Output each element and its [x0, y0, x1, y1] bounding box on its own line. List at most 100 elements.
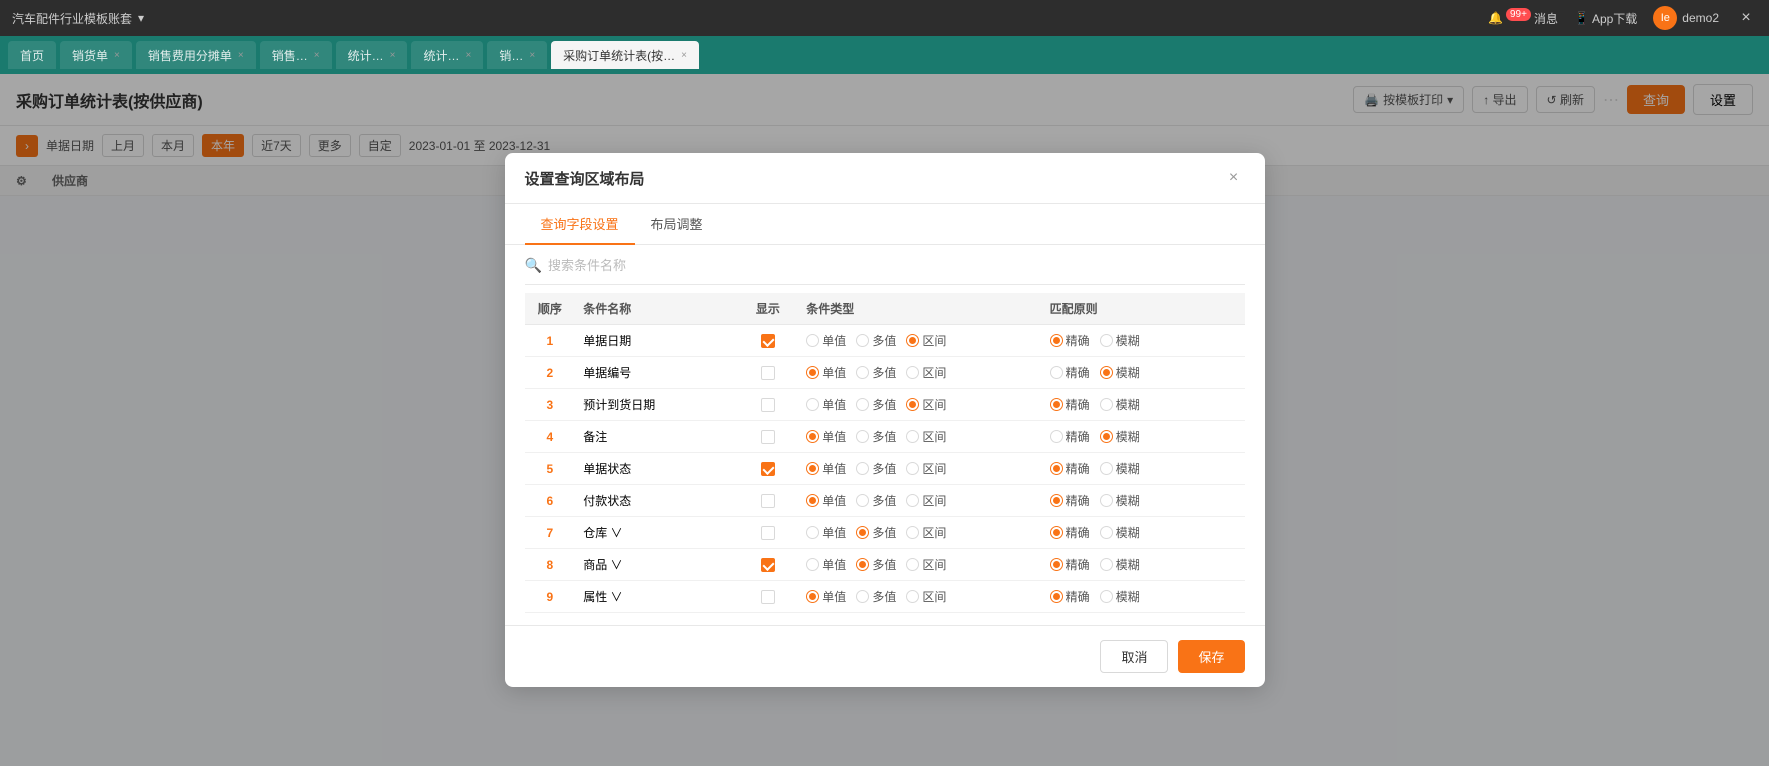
tab-home[interactable]: 首页 [8, 41, 56, 69]
radio-match-match_fuzzy-0[interactable]: 模糊 [1100, 332, 1140, 349]
checkbox-show-5[interactable] [761, 494, 775, 508]
radio-type-type_single-3[interactable]: 单值 [806, 428, 846, 445]
radio-match-match_exact-3[interactable]: 精确 [1050, 428, 1090, 445]
radio-type-type_range-4[interactable]: 区间 [906, 460, 946, 477]
tab-bar: 首页 销货单 × 销售费用分摊单 × 销售… × 统计… × 统计… × 销… … [0, 36, 1769, 74]
search-input[interactable] [548, 258, 1245, 273]
radio-type-type_range-3[interactable]: 区间 [906, 428, 946, 445]
tab-sales-expense[interactable]: 销售费用分摊单 × [136, 41, 256, 69]
row-show-5[interactable] [737, 485, 798, 517]
modal-close-button[interactable]: × [1223, 167, 1245, 189]
row-show-9[interactable] [737, 613, 798, 614]
tab-sales-order[interactable]: 销货单 × [60, 41, 132, 69]
radio-match-match_exact-2[interactable]: 精确 [1050, 396, 1090, 413]
radio-type-type_single-5[interactable]: 单值 [806, 492, 846, 509]
radio-type-type_multi-6[interactable]: 多值 [856, 524, 896, 541]
radio-dot-type_single-1 [806, 366, 819, 379]
radio-type-type_range-1[interactable]: 区间 [906, 364, 946, 381]
radio-dot-match-match_exact-3 [1050, 430, 1063, 443]
radio-match-match_fuzzy-6[interactable]: 模糊 [1100, 524, 1140, 541]
download-icon: 📱 [1574, 11, 1589, 25]
radio-type-type_range-6[interactable]: 区间 [906, 524, 946, 541]
notification-wrap[interactable]: 🔔 99+ 消息 [1488, 10, 1558, 27]
row-show-2[interactable] [737, 389, 798, 421]
user-wrap[interactable]: Ie demo2 [1653, 6, 1719, 30]
tab-tab4-close[interactable]: × [390, 50, 396, 61]
radio-match-match_fuzzy-3[interactable]: 模糊 [1100, 428, 1140, 445]
checkbox-show-1[interactable] [761, 366, 775, 380]
radio-dot-type_single-3 [806, 430, 819, 443]
checkbox-show-8[interactable] [761, 590, 775, 604]
tab-tab6-close[interactable]: × [529, 50, 535, 61]
checkbox-show-4[interactable] [761, 462, 775, 476]
checkbox-show-2[interactable] [761, 398, 775, 412]
radio-type-type_multi-4[interactable]: 多值 [856, 460, 896, 477]
radio-type-type_single-1[interactable]: 单值 [806, 364, 846, 381]
radio-type-type_multi-5[interactable]: 多值 [856, 492, 896, 509]
cancel-button[interactable]: 取消 [1100, 640, 1168, 673]
radio-type-type_range-8[interactable]: 区间 [906, 588, 946, 605]
radio-type-type_single-6[interactable]: 单值 [806, 524, 846, 541]
row-show-4[interactable] [737, 453, 798, 485]
radio-type-type_multi-0[interactable]: 多值 [856, 332, 896, 349]
radio-match-match_fuzzy-5[interactable]: 模糊 [1100, 492, 1140, 509]
tab-purchase-stats[interactable]: 采购订单统计表(按… × [551, 41, 699, 69]
row-show-6[interactable] [737, 517, 798, 549]
radio-dot-type_single-8 [806, 590, 819, 603]
radio-label-match-match_exact-0: 精确 [1066, 332, 1090, 349]
tab-sales-expense-close[interactable]: × [238, 50, 244, 61]
radio-type-type_single-8[interactable]: 单值 [806, 588, 846, 605]
radio-match-match_exact-0[interactable]: 精确 [1050, 332, 1090, 349]
radio-match-match_fuzzy-4[interactable]: 模糊 [1100, 460, 1140, 477]
radio-match-match_fuzzy-2[interactable]: 模糊 [1100, 396, 1140, 413]
checkbox-show-0[interactable] [761, 334, 775, 348]
checkbox-show-6[interactable] [761, 526, 775, 540]
tab-sales-order-close[interactable]: × [114, 50, 120, 61]
tab-tab3-close[interactable]: × [314, 50, 320, 61]
topbar-close-button[interactable]: × [1735, 7, 1757, 29]
radio-match-match_fuzzy-7[interactable]: 模糊 [1100, 556, 1140, 573]
tab-tab4[interactable]: 统计… × [336, 41, 408, 69]
row-show-0[interactable] [737, 325, 798, 357]
radio-type-type_range-7[interactable]: 区间 [906, 556, 946, 573]
tab-tab6[interactable]: 销… × [487, 41, 547, 69]
radio-match-match_exact-8[interactable]: 精确 [1050, 588, 1090, 605]
tab-tab5[interactable]: 统计… × [411, 41, 483, 69]
radio-match-match_exact-1[interactable]: 精确 [1050, 364, 1090, 381]
tab-purchase-stats-close[interactable]: × [681, 50, 687, 61]
radio-match-match_exact-7[interactable]: 精确 [1050, 556, 1090, 573]
radio-type-type_single-0[interactable]: 单值 [806, 332, 846, 349]
row-show-3[interactable] [737, 421, 798, 453]
radio-type-type_single-7[interactable]: 单值 [806, 556, 846, 573]
radio-type-type_range-0[interactable]: 区间 [906, 332, 946, 349]
checkbox-show-3[interactable] [761, 430, 775, 444]
radio-match-match_exact-5[interactable]: 精确 [1050, 492, 1090, 509]
radio-type-type_range-2[interactable]: 区间 [906, 396, 946, 413]
radio-type-type_multi-3[interactable]: 多值 [856, 428, 896, 445]
radio-type-type_multi-1[interactable]: 多值 [856, 364, 896, 381]
radio-match-match_exact-4[interactable]: 精确 [1050, 460, 1090, 477]
row-show-1[interactable] [737, 357, 798, 389]
tab-query-settings[interactable]: 查询字段设置 [525, 204, 635, 245]
tab-tab5-close[interactable]: × [465, 50, 471, 61]
radio-type-type_single-2[interactable]: 单值 [806, 396, 846, 413]
radio-label-match-match_fuzzy-8: 模糊 [1116, 588, 1140, 605]
table-row: 5单据状态单值多值区间精确模糊 [525, 453, 1245, 485]
radio-type-type_multi-8[interactable]: 多值 [856, 588, 896, 605]
radio-type-type_single-4[interactable]: 单值 [806, 460, 846, 477]
radio-dot-match-match_fuzzy-0 [1100, 334, 1113, 347]
radio-match-match_exact-6[interactable]: 精确 [1050, 524, 1090, 541]
radio-type-type_range-5[interactable]: 区间 [906, 492, 946, 509]
row-show-8[interactable] [737, 581, 798, 613]
radio-type-type_multi-7[interactable]: 多值 [856, 556, 896, 573]
checkbox-show-7[interactable] [761, 558, 775, 572]
radio-type-type_multi-2[interactable]: 多值 [856, 396, 896, 413]
dropdown-icon[interactable]: ▾ [138, 11, 144, 25]
radio-match-match_fuzzy-1[interactable]: 模糊 [1100, 364, 1140, 381]
row-show-7[interactable] [737, 549, 798, 581]
app-download-wrap[interactable]: 📱 App下载 [1574, 10, 1637, 27]
tab-layout-adjust[interactable]: 布局调整 [635, 204, 719, 245]
radio-match-match_fuzzy-8[interactable]: 模糊 [1100, 588, 1140, 605]
tab-tab3[interactable]: 销售… × [260, 41, 332, 69]
save-button[interactable]: 保存 [1178, 640, 1244, 673]
